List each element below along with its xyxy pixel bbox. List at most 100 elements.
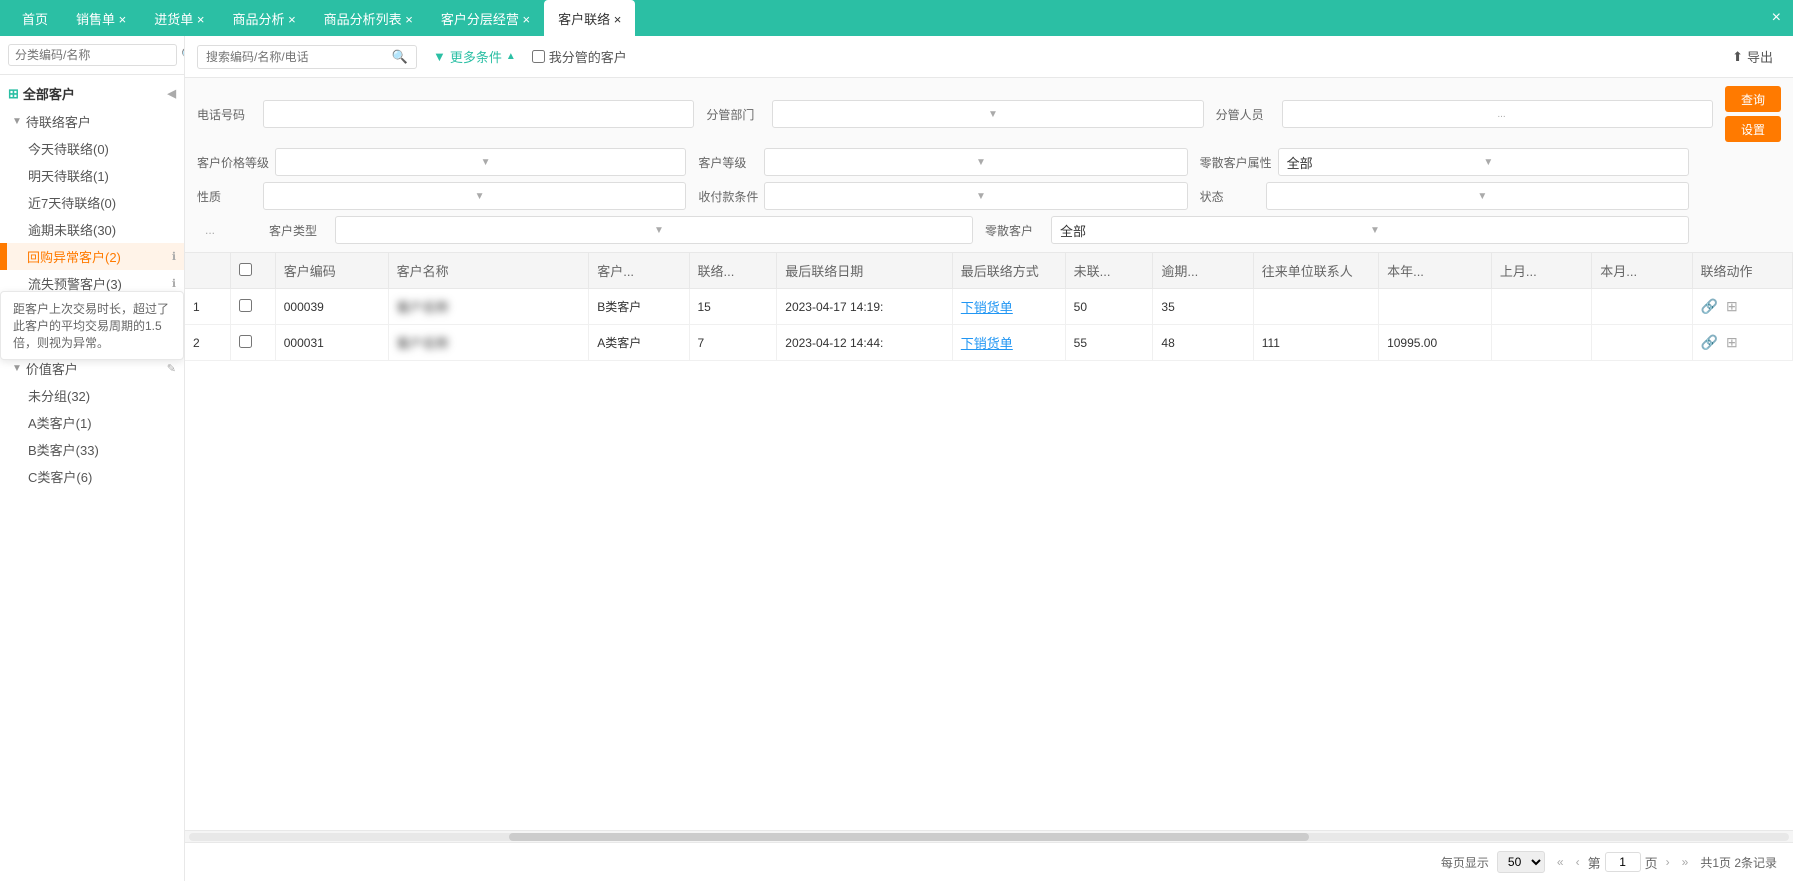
sidebar-c-class[interactable]: C类客户(6): [0, 463, 184, 490]
page-number-input[interactable]: [1605, 852, 1641, 872]
cust-level-label: 客户等级: [698, 154, 758, 171]
more-dots-label[interactable]: ...: [197, 223, 223, 237]
sidebar-repurchase-abnormal[interactable]: 回购异常客户(2) ℹ: [0, 243, 184, 270]
status-select[interactable]: ▼: [1266, 182, 1689, 210]
grid-icon: ⊞: [8, 86, 19, 102]
my-customer-checkbox-label[interactable]: 我分管的客户: [532, 47, 627, 66]
per-page-select[interactable]: 50: [1497, 851, 1545, 873]
table-row: 2 000031 客户名称 A类客户 7 2023-04-12 14:44: 下…: [185, 325, 1793, 361]
settings-button[interactable]: 设置: [1725, 116, 1781, 142]
nav-sales[interactable]: 销售单 ×: [62, 0, 140, 36]
col-header-lastdate[interactable]: 最后联络日期: [777, 253, 953, 289]
dept-select[interactable]: ▼: [772, 100, 1203, 128]
my-customer-checkbox[interactable]: [532, 50, 545, 63]
nav-home[interactable]: 首页: [8, 0, 62, 36]
row1-lastmonth: [1491, 289, 1591, 325]
nav-analysis-list[interactable]: 商品分析列表 ×: [310, 0, 427, 36]
row2-ctype: A类客户: [589, 325, 689, 361]
first-page-button[interactable]: «: [1553, 853, 1568, 871]
col-header-thismonth[interactable]: 本月...: [1592, 253, 1692, 289]
col-header-thisyear[interactable]: 本年...: [1379, 253, 1492, 289]
close-window-button[interactable]: ×: [1772, 9, 1781, 27]
nav-customer-tier[interactable]: 客户分层经营 ×: [427, 0, 544, 36]
dept-label: 分管部门: [706, 106, 766, 123]
row1-action: 🔗 ⊞: [1692, 289, 1792, 325]
sidebar-overdue-contact[interactable]: 逾期未联络(30): [0, 216, 184, 243]
filter-price-level: 客户价格等级 ▼: [197, 148, 686, 176]
row2-grid-icon[interactable]: ⊞: [1726, 334, 1738, 351]
col-header-name[interactable]: 客户名称: [388, 253, 589, 289]
search-box: 🔍: [197, 45, 417, 69]
sidebar-search-area: 🔍: [0, 36, 184, 75]
status-label: 状态: [1200, 188, 1260, 205]
filter-more-dots: ...: [197, 223, 257, 237]
sidebar: 🔍 ⊞ 全部客户 ◀ ▼ 待联络客户 今天待联络(0) 明天待联络(1) 近7天…: [0, 36, 185, 881]
filter-more-button[interactable]: ▼ 更多条件 ▲: [425, 44, 524, 69]
row2-uncontact: 55: [1065, 325, 1153, 361]
row1-checkbox[interactable]: [239, 299, 252, 312]
manager-select[interactable]: ...: [1282, 100, 1713, 128]
sidebar-today-pending[interactable]: 今天待联络(0): [0, 135, 184, 162]
export-button[interactable]: ⬆ 导出: [1724, 44, 1781, 69]
col-header-contacts[interactable]: 往来单位联系人: [1253, 253, 1378, 289]
sidebar-unclassified[interactable]: 未分组(32): [0, 382, 184, 409]
sidebar-search-input[interactable]: [8, 44, 177, 66]
scatter2-select[interactable]: 全部 ▼: [1051, 216, 1689, 244]
sidebar-pending-contact-group[interactable]: ▼ 待联络客户: [0, 108, 184, 135]
col-header-code[interactable]: 客户编码: [275, 253, 388, 289]
sidebar-all-customers[interactable]: ⊞ 全部客户 ◀: [0, 79, 184, 108]
sidebar-a-class[interactable]: A类客户(1): [0, 409, 184, 436]
top-nav: 首页 销售单 × 进货单 × 商品分析 × 商品分析列表 × 客户分层经营 × …: [0, 0, 1793, 36]
filter-phone: 电话号码: [197, 100, 694, 128]
filter-status: 状态 ▼: [1200, 182, 1689, 210]
payment-arrow-icon: ▼: [976, 191, 1179, 202]
row1-lastway-link[interactable]: 下销货单: [961, 300, 1013, 315]
row2-name-blurred: 客户名称: [397, 333, 449, 352]
row1-grid-icon[interactable]: ⊞: [1726, 298, 1738, 315]
col-header-action: 联络动作: [1692, 253, 1792, 289]
cust-level-select[interactable]: ▼: [764, 148, 1187, 176]
prev-page-button[interactable]: ‹: [1572, 853, 1584, 871]
sidebar-7days-pending[interactable]: 近7天待联络(0): [0, 189, 184, 216]
last-page-button[interactable]: »: [1678, 853, 1693, 871]
search-input[interactable]: [206, 50, 392, 64]
col-header-ctype[interactable]: 客户...: [589, 253, 689, 289]
horizontal-scrollbar[interactable]: [185, 830, 1793, 842]
price-level-select[interactable]: ▼: [275, 148, 686, 176]
row1-link-icon[interactable]: 🔗: [1701, 298, 1718, 315]
filter-manager: 分管人员 ...: [1216, 100, 1713, 128]
row2-checkbox[interactable]: [239, 335, 252, 348]
phone-input[interactable]: [263, 100, 694, 128]
col-header-lastmonth[interactable]: 上月...: [1491, 253, 1591, 289]
row2-lastway-link[interactable]: 下销货单: [961, 336, 1013, 351]
value-edit-icon[interactable]: ✎: [167, 362, 176, 375]
col-header-lastway[interactable]: 最后联络方式: [952, 253, 1065, 289]
next-page-button[interactable]: ›: [1662, 853, 1674, 871]
sidebar-search-icon[interactable]: 🔍: [181, 47, 185, 63]
churn-warning-info-icon: ℹ: [172, 277, 176, 290]
query-button[interactable]: 查询: [1725, 86, 1781, 112]
col-header-overdue[interactable]: 逾期...: [1153, 253, 1253, 289]
scrollbar-thumb[interactable]: [509, 833, 1309, 841]
payment-select[interactable]: ▼: [764, 182, 1187, 210]
scatter-attr-select[interactable]: 全部 ▼: [1278, 148, 1689, 176]
row2-link-icon[interactable]: 🔗: [1701, 334, 1718, 351]
nav-purchase[interactable]: 进货单 ×: [140, 0, 218, 36]
col-header-contact[interactable]: 联络...: [689, 253, 777, 289]
table-row: 1 000039 客户名称 B类客户 15 2023-04-17 14:19: …: [185, 289, 1793, 325]
nav-analysis[interactable]: 商品分析 ×: [218, 0, 309, 36]
search-icon[interactable]: 🔍: [392, 49, 408, 65]
scrollbar-track: [189, 833, 1789, 841]
select-all-checkbox[interactable]: [239, 263, 252, 276]
col-header-uncontact[interactable]: 未联...: [1065, 253, 1153, 289]
sidebar-tomorrow-pending[interactable]: 明天待联络(1): [0, 162, 184, 189]
repurchase-info-icon: ℹ: [172, 250, 176, 263]
gender-select[interactable]: ▼: [263, 182, 686, 210]
cust-type-select[interactable]: ▼: [335, 216, 973, 244]
sidebar-tree: ⊞ 全部客户 ◀ ▼ 待联络客户 今天待联络(0) 明天待联络(1) 近7天待联…: [0, 75, 184, 881]
col-header-checkbox: [230, 253, 275, 289]
sidebar-b-class[interactable]: B类客户(33): [0, 436, 184, 463]
filter-gender: 性质 ▼: [197, 182, 686, 210]
nav-customer-contact[interactable]: 客户联络 ×: [544, 0, 635, 36]
per-page-label: 每页显示: [1441, 854, 1489, 871]
